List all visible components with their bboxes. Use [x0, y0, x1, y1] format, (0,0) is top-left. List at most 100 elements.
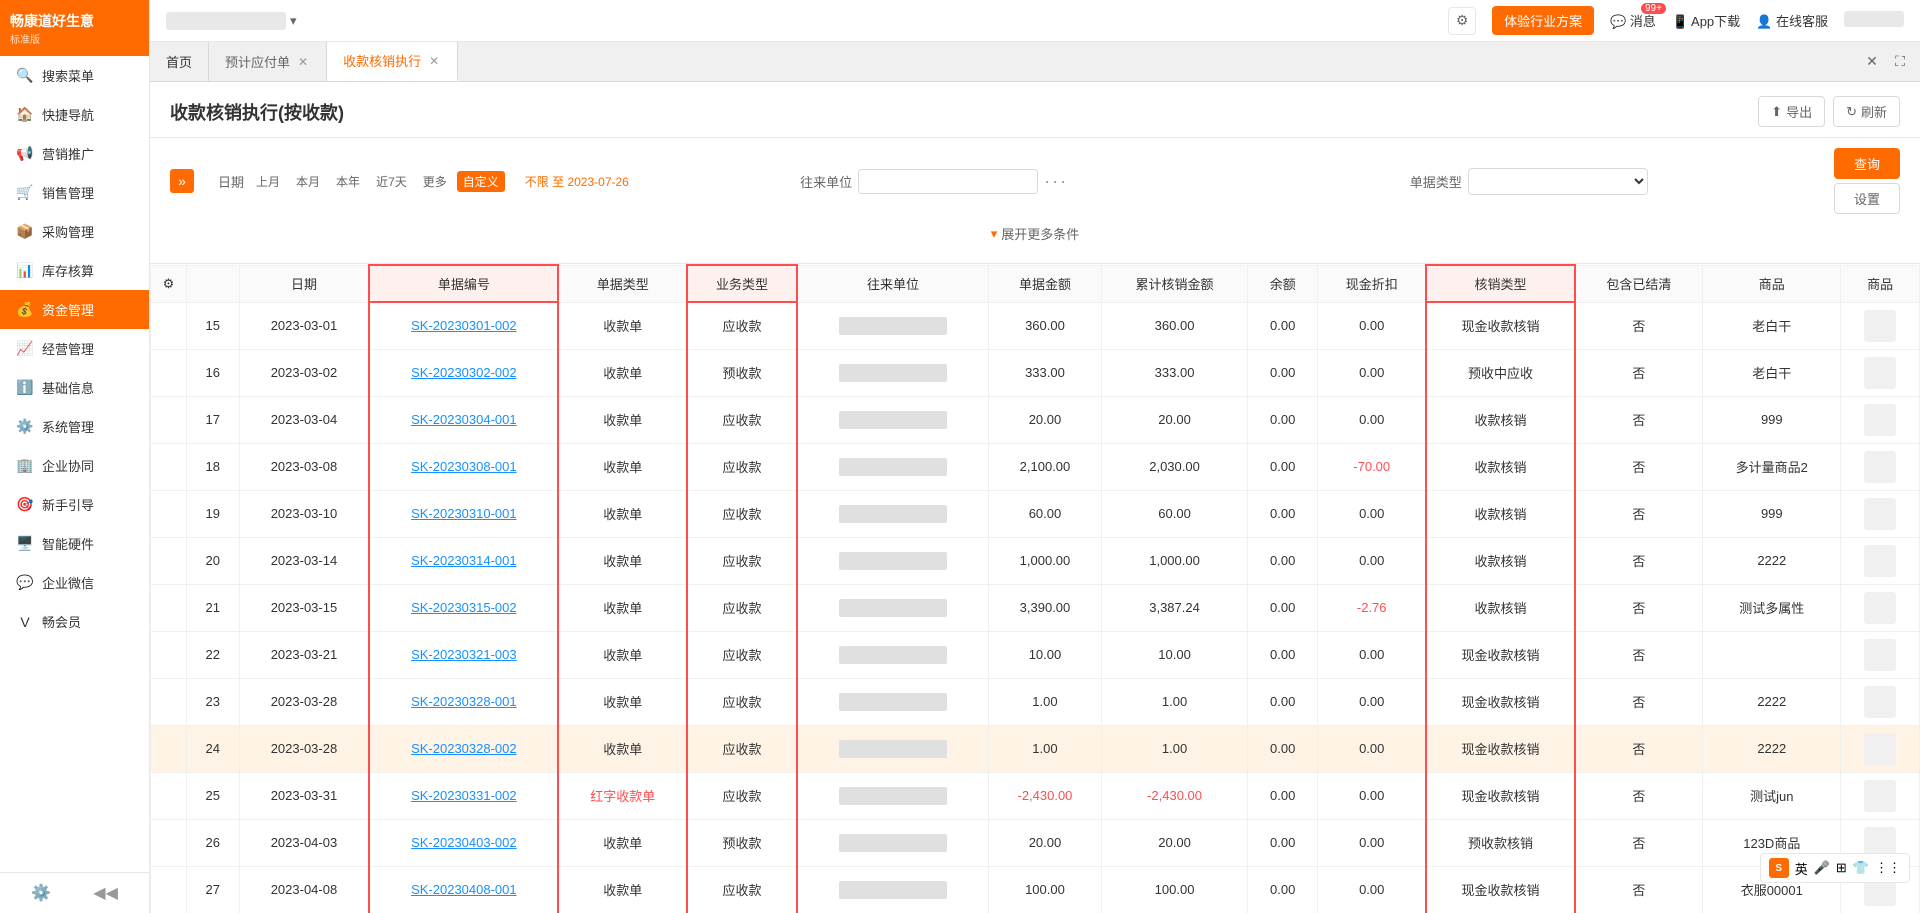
order-no-link[interactable]: SK-20230403-002 [411, 835, 517, 850]
table-row[interactable]: 232023-03-28SK-20230328-001收款单应收款███████… [151, 678, 1920, 725]
table-row[interactable]: 262023-04-03SK-20230403-002收款单预收款███████… [151, 819, 1920, 866]
date-last-month[interactable]: 上月 [250, 171, 286, 192]
filter-settings-btn[interactable]: 设置 [1834, 183, 1900, 214]
online-service[interactable]: 👤 在线客服 [1756, 11, 1828, 30]
table-row[interactable]: 182023-03-08SK-20230308-001收款单应收款███████… [151, 443, 1920, 490]
cell-acc-amount: 2,030.00 [1101, 443, 1248, 490]
sidebar-item-member[interactable]: V 畅会员 [0, 602, 149, 641]
table-row[interactable]: 172023-03-04SK-20230304-001收款单应收款███████… [151, 396, 1920, 443]
order-no-link[interactable]: SK-20230328-002 [411, 741, 517, 756]
table-row[interactable]: 192023-03-10SK-20230310-001收款单应收款███████… [151, 490, 1920, 537]
sidebar-label-hardware: 智能硬件 [42, 534, 94, 553]
sidebar-item-basic-info[interactable]: ℹ️ 基础信息 [0, 368, 149, 407]
sidebar-item-search[interactable]: 🔍 搜索菜单 [0, 56, 149, 95]
table-row[interactable]: 162023-03-02SK-20230302-002收款单预收款███████… [151, 349, 1920, 396]
cell-included: 否 [1575, 819, 1703, 866]
order-no-link[interactable]: SK-20230302-002 [411, 365, 517, 380]
sidebar-item-quick-nav[interactable]: 🏠 快捷导航 [0, 95, 149, 134]
sidebar-item-marketing[interactable]: 📢 营销推广 [0, 134, 149, 173]
filter-toggle-btn[interactable]: » [170, 169, 194, 193]
sougou-mic[interactable]: 🎤 [1814, 860, 1830, 876]
cell-discount: 0.00 [1318, 302, 1427, 349]
cell-date: 2023-03-21 [239, 631, 369, 678]
date-custom-btn[interactable]: 自定义 [457, 171, 505, 192]
cell-balance: 0.00 [1248, 678, 1318, 725]
order-no-link[interactable]: SK-20230304-001 [411, 412, 517, 427]
gear-icon[interactable]: ⚙ [163, 276, 175, 291]
settings-icon[interactable]: ⚙️ [31, 883, 51, 903]
sougou-apps[interactable]: ⋮⋮ [1875, 860, 1901, 876]
cell-included: 否 [1575, 678, 1703, 725]
date-7days[interactable]: 近7天 [370, 171, 413, 192]
order-no-link[interactable]: SK-20230331-002 [411, 788, 517, 803]
cell-no: 20 [187, 537, 240, 584]
order-type-select[interactable] [1468, 168, 1648, 195]
th-discount: 现金折扣 [1318, 265, 1427, 302]
table-row[interactable]: 272023-04-08SK-20230408-001收款单应收款███████… [151, 866, 1920, 913]
counterparty-input[interactable] [858, 169, 1038, 194]
cell-date: 2023-03-28 [239, 725, 369, 772]
topbar-gear-btn[interactable]: ⚙ [1448, 7, 1476, 35]
cell-order-type: 收款单 [558, 396, 687, 443]
order-no-link[interactable]: SK-20230321-003 [411, 647, 517, 662]
cell-party: ████████ [797, 772, 989, 819]
sidebar-item-inventory[interactable]: 📊 库存核算 [0, 251, 149, 290]
sidebar-item-operations[interactable]: 📈 经营管理 [0, 329, 149, 368]
guide-icon: 🎯 [16, 496, 34, 513]
th-settings[interactable]: ⚙ [151, 265, 187, 302]
date-this-month[interactable]: 本月 [290, 171, 326, 192]
table-row[interactable]: 222023-03-21SK-20230321-003收款单应收款███████… [151, 631, 1920, 678]
sidebar-item-finance[interactable]: 💰 资金管理 [0, 290, 149, 329]
table-row[interactable]: 152023-03-01SK-20230301-002收款单应收款███████… [151, 302, 1920, 349]
order-no-link[interactable]: SK-20230301-002 [411, 318, 517, 333]
cell-goods-img [1841, 302, 1920, 349]
order-no-link[interactable]: SK-20230308-001 [411, 459, 517, 474]
cell-goods: 999 [1703, 396, 1841, 443]
tab-maximize-btn[interactable]: ⛶ [1888, 50, 1912, 74]
table-container: ⚙ 日期 单据编号 单据类型 业务类型 往来单位 单据金额 累计核销金额 余额 … [150, 264, 1920, 913]
sidebar-item-purchase[interactable]: 📦 采购管理 [0, 212, 149, 251]
sougou-grid[interactable]: ⊞ [1836, 860, 1847, 876]
tab-close-all-btn[interactable]: ✕ [1860, 50, 1884, 74]
tab-home[interactable]: 首页 [150, 42, 209, 81]
order-no-link[interactable]: SK-20230310-001 [411, 506, 517, 521]
tab-close-pending-payment[interactable]: ✕ [296, 53, 310, 71]
date-this-year[interactable]: 本年 [330, 171, 366, 192]
breadcrumb-dropdown[interactable]: ▾ [290, 13, 297, 29]
table-row[interactable]: 242023-03-28SK-20230328-002收款单应收款███████… [151, 725, 1920, 772]
sidebar-item-guide[interactable]: 🎯 新手引导 [0, 485, 149, 524]
export-button[interactable]: ⬆ 导出 [1758, 96, 1825, 127]
tab-pending-payment[interactable]: 预计应付单✕ [209, 42, 327, 81]
app-download[interactable]: 📱 App下载 [1672, 11, 1740, 30]
cell-goods-img [1841, 772, 1920, 819]
expand-more-btn[interactable]: ▾ 展开更多条件 [983, 220, 1088, 247]
refresh-button[interactable]: ↻ 刷新 [1833, 96, 1900, 127]
sidebar-item-sales[interactable]: 🛒 销售管理 [0, 173, 149, 212]
date-more[interactable]: 更多 [417, 171, 453, 192]
sougou-shirt[interactable]: 👕 [1853, 860, 1869, 876]
data-table: ⚙ 日期 单据编号 单据类型 业务类型 往来单位 单据金额 累计核销金额 余额 … [150, 264, 1920, 913]
cell-settings [151, 443, 187, 490]
cell-no: 25 [187, 772, 240, 819]
sidebar-item-hardware[interactable]: 🖥️ 智能硬件 [0, 524, 149, 563]
messages-badge[interactable]: 💬 消息 99+ [1610, 11, 1656, 30]
solution-button[interactable]: 体验行业方案 [1492, 6, 1594, 35]
table-row[interactable]: 212023-03-15SK-20230315-002收款单应收款███████… [151, 584, 1920, 631]
table-row[interactable]: 252023-03-31SK-20230331-002红字收款单应收款█████… [151, 772, 1920, 819]
sidebar-item-system[interactable]: ⚙️ 系统管理 [0, 407, 149, 446]
order-no-link[interactable]: SK-20230408-001 [411, 882, 517, 897]
tab-close-collection-cancel[interactable]: ✕ [427, 52, 441, 70]
cell-date: 2023-03-28 [239, 678, 369, 725]
order-no-link[interactable]: SK-20230328-001 [411, 694, 517, 709]
order-no-link[interactable]: SK-20230315-002 [411, 600, 517, 615]
order-no-link[interactable]: SK-20230314-001 [411, 553, 517, 568]
member-icon: V [16, 614, 34, 630]
order-type-filter: 单据类型 [1239, 168, 1818, 195]
tab-collection-cancel[interactable]: 收款核销执行✕ [327, 42, 458, 81]
table-row[interactable]: 202023-03-14SK-20230314-001收款单应收款███████… [151, 537, 1920, 584]
sidebar-item-wechat[interactable]: 💬 企业微信 [0, 563, 149, 602]
page-header-actions: ⬆ 导出 ↻ 刷新 [1758, 96, 1900, 127]
sidebar-item-enterprise[interactable]: 🏢 企业协同 [0, 446, 149, 485]
query-button[interactable]: 查询 [1834, 148, 1900, 179]
collapse-icon[interactable]: ◀◀ [93, 883, 118, 903]
